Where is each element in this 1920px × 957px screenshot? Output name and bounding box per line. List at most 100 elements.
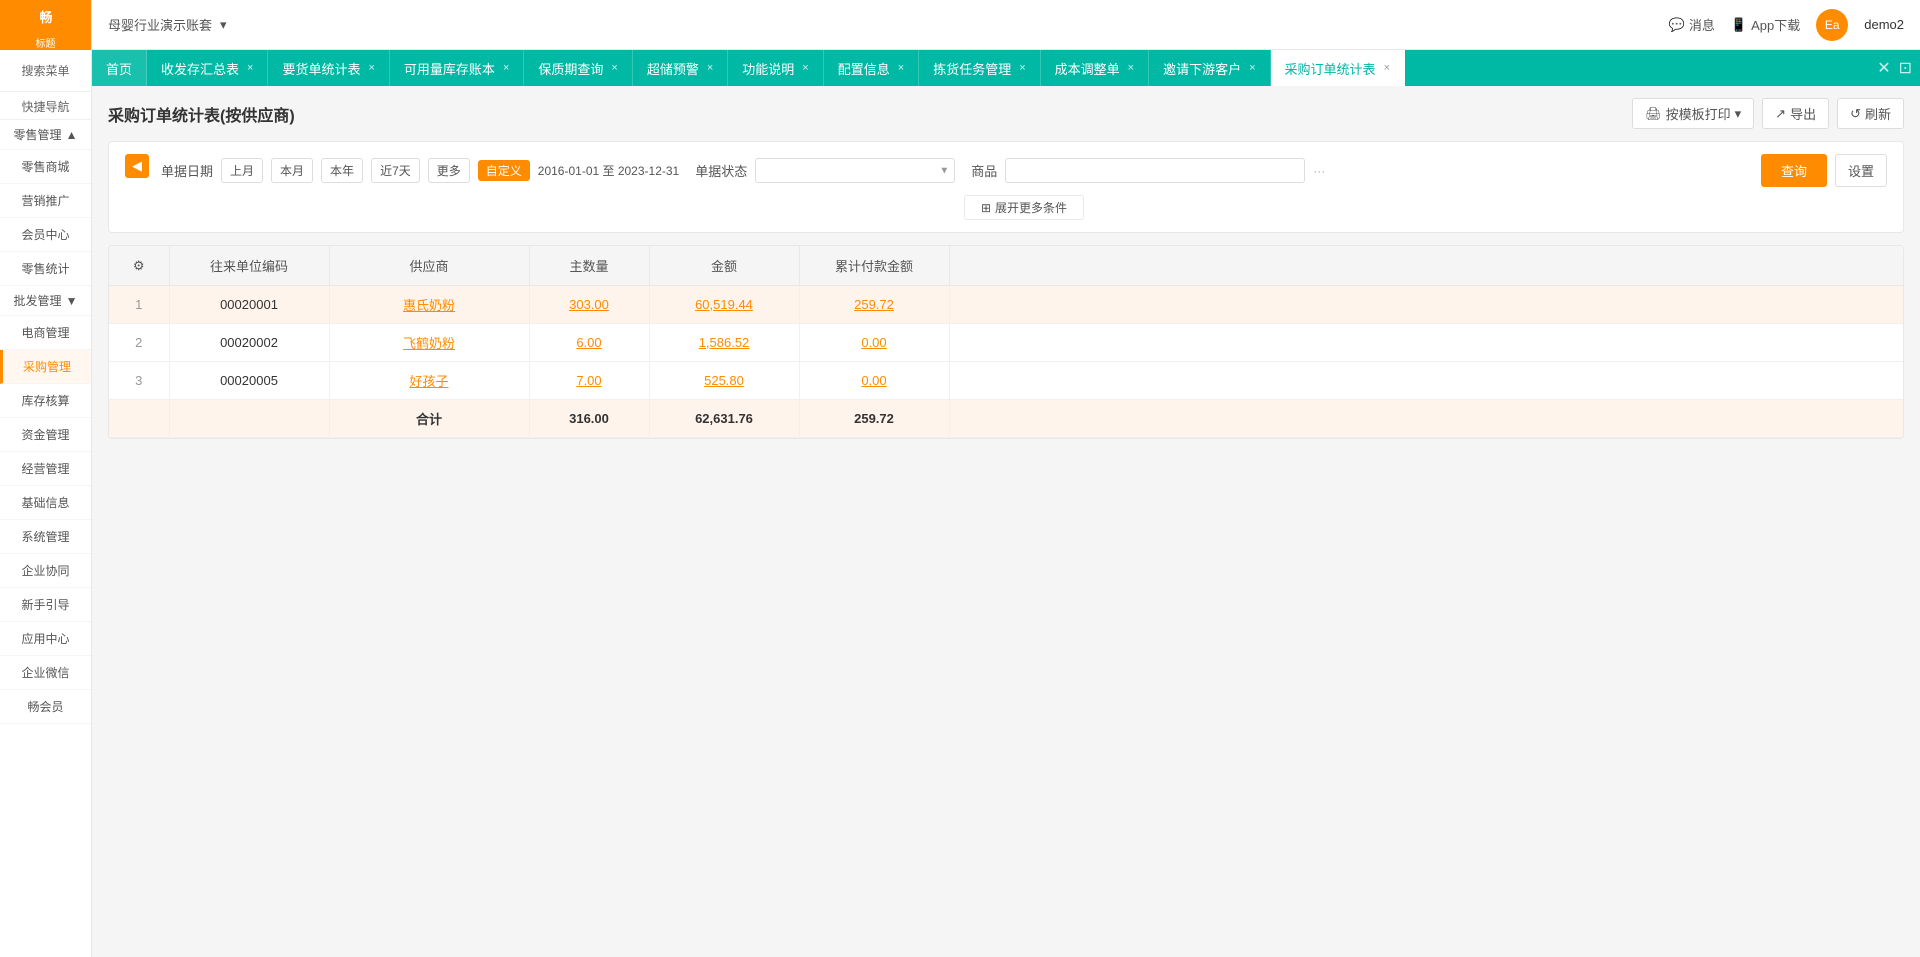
sidebar-item-basic-info[interactable]: 基础信息 [0, 486, 91, 520]
main-area: 母婴行业演示账套 ▾ 💬 消息 📱 App下载 Ea demo2 首页 收发存汇… [92, 0, 1920, 957]
paid-link-2[interactable]: 0.00 [861, 335, 886, 350]
tab-overstock[interactable]: 超储预警 × [633, 50, 728, 86]
tab-shelf-life[interactable]: 保质期查询 × [524, 50, 632, 86]
sidebar-item-operations[interactable]: 经营管理 [0, 452, 91, 486]
tab-purchase-stats[interactable]: 采购订单统计表 × [1271, 50, 1405, 86]
filter-status: 单据状态 [695, 158, 955, 183]
gear-icon[interactable]: ⚙ [133, 258, 145, 273]
tab-home[interactable]: 首页 [92, 50, 147, 86]
date-this-year-btn[interactable]: 本年 [321, 158, 363, 183]
tab-shelf-life-close[interactable]: × [611, 62, 617, 74]
status-select[interactable] [755, 158, 955, 183]
sidebar-search-section[interactable]: 搜索菜单 [0, 50, 91, 92]
tab-overstock-close[interactable]: × [707, 62, 713, 74]
message-label: 消息 [1689, 15, 1715, 34]
goods-input[interactable] [1005, 158, 1305, 183]
supplier-link-1[interactable]: 惠氏奶粉 [403, 298, 455, 313]
tab-pick-task-close[interactable]: × [1019, 62, 1025, 74]
qty-link-2[interactable]: 6.00 [576, 335, 601, 350]
sidebar-item-wholesale[interactable]: 批发管理 ▼ [0, 286, 91, 316]
logo-text: 标题 [36, 35, 56, 50]
industry-dropdown-icon[interactable]: ▾ [220, 17, 227, 33]
retail-mgmt-label: 零售管理 [14, 126, 62, 143]
sidebar-item-system[interactable]: 系统管理 [0, 520, 91, 554]
paid-link-1[interactable]: 259.72 [854, 297, 894, 312]
query-button[interactable]: 查询 [1761, 154, 1827, 187]
tab-stock-summary-close[interactable]: × [247, 62, 253, 74]
cell-no-3: 3 [109, 362, 169, 400]
cell-no-1: 1 [109, 286, 169, 324]
tab-order-stats[interactable]: 要货单统计表 × [268, 50, 389, 86]
sidebar-item-member-center[interactable]: 会员中心 [0, 218, 91, 252]
tab-purchase-stats-close[interactable]: × [1384, 62, 1390, 74]
paid-link-3[interactable]: 0.00 [861, 373, 886, 388]
tab-cost-adjust-close[interactable]: × [1128, 62, 1134, 74]
sidebar-item-enterprise-wechat[interactable]: 企业微信 [0, 656, 91, 690]
sidebar-item-retail-stats[interactable]: 零售统计 [0, 252, 91, 286]
th-qty: 主数量 [529, 246, 649, 286]
tab-purchase-stats-label: 采购订单统计表 [1285, 59, 1376, 78]
print-button[interactable]: 🖨 按模板打印 ▾ [1632, 98, 1754, 129]
tab-feature-desc-close[interactable]: × [802, 62, 808, 74]
app-download-btn[interactable]: 📱 App下载 [1731, 15, 1800, 34]
table-row: 1 00020001 惠氏奶粉 303.00 60,519.44 259.72 [109, 286, 1903, 324]
tab-restore-btn[interactable]: ⊡ [1899, 58, 1912, 78]
amount-link-3[interactable]: 525.80 [704, 373, 744, 388]
amount-link-2[interactable]: 1,586.52 [699, 335, 750, 350]
sidebar-item-marketing[interactable]: 营销推广 [0, 184, 91, 218]
goods-more-icon[interactable]: ··· [1313, 164, 1325, 178]
user-name: demo2 [1864, 17, 1904, 32]
sidebar-item-enterprise-collab[interactable]: 企业协同 [0, 554, 91, 588]
tab-available-stock-close[interactable]: × [503, 62, 509, 74]
cell-paid-2: 0.00 [799, 324, 949, 362]
date-this-month-btn[interactable]: 本月 [271, 158, 313, 183]
message-btn[interactable]: 💬 消息 [1669, 15, 1715, 34]
industry-name: 母婴行业演示账套 [108, 15, 212, 34]
date-last-month-btn[interactable]: 上月 [221, 158, 263, 183]
refresh-button[interactable]: ↺ 刷新 [1837, 98, 1904, 129]
custom-date-tag[interactable]: 自定义 [478, 160, 530, 181]
user-avatar[interactable]: Ea [1816, 9, 1848, 41]
print-dropdown-icon[interactable]: ▾ [1735, 106, 1742, 122]
tab-order-stats-close[interactable]: × [368, 62, 374, 74]
filter-collapse-btn[interactable]: ◀ [125, 154, 149, 178]
tab-close-all-btn[interactable]: ✕ [1877, 58, 1890, 78]
refresh-label: 刷新 [1865, 104, 1891, 123]
tab-pick-task[interactable]: 拣货任务管理 × [919, 50, 1040, 86]
tab-config[interactable]: 配置信息 × [824, 50, 919, 86]
date-7days-btn[interactable]: 近7天 [371, 158, 420, 183]
status-select-wrapper[interactable] [755, 158, 955, 183]
tab-feature-desc[interactable]: 功能说明 × [728, 50, 823, 86]
expand-more-btn[interactable]: ⊞ 展开更多条件 [964, 195, 1084, 220]
tab-cost-adjust[interactable]: 成本调整单 × [1041, 50, 1149, 86]
sidebar-item-retail-mgmt[interactable]: 零售管理 ▲ [0, 120, 91, 150]
qty-link-1[interactable]: 303.00 [569, 297, 609, 312]
date-more-btn[interactable]: 更多 [428, 158, 470, 183]
amount-link-1[interactable]: 60,519.44 [695, 297, 753, 312]
tab-stock-summary[interactable]: 收发存汇总表 × [147, 50, 268, 86]
tab-invite-customer[interactable]: 邀请下游客户 × [1149, 50, 1270, 86]
sidebar-item-purchase[interactable]: 采购管理 [0, 350, 91, 384]
export-button[interactable]: ↗ 导出 [1762, 98, 1829, 129]
search-menu-label[interactable]: 搜索菜单 [6, 58, 85, 83]
sidebar-item-finance[interactable]: 资金管理 [0, 418, 91, 452]
sidebar-item-inventory[interactable]: 库存核算 [0, 384, 91, 418]
cell-extra-1 [949, 286, 1903, 324]
supplier-link-3[interactable]: 好孩子 [409, 374, 448, 389]
qty-link-3[interactable]: 7.00 [576, 373, 601, 388]
tab-config-close[interactable]: × [898, 62, 904, 74]
setting-button[interactable]: 设置 [1835, 154, 1887, 187]
tab-available-stock[interactable]: 可用量库存账本 × [390, 50, 524, 86]
cell-amount-1: 60,519.44 [649, 286, 799, 324]
sidebar-item-ecommerce[interactable]: 电商管理 [0, 316, 91, 350]
tab-invite-customer-close[interactable]: × [1249, 62, 1255, 74]
cell-supplier-3: 好孩子 [329, 362, 529, 400]
sidebar-item-app-center[interactable]: 应用中心 [0, 622, 91, 656]
sidebar-item-newbie[interactable]: 新手引导 [0, 588, 91, 622]
supplier-link-2[interactable]: 飞鹤奶粉 [403, 336, 455, 351]
cell-paid-1: 259.72 [799, 286, 949, 324]
table-footer-row: 合计 316.00 62,631.76 259.72 [109, 400, 1903, 438]
table-head: ⚙ 往来单位编码 供应商 主数量 金额 [109, 246, 1903, 286]
sidebar-item-retail-mall[interactable]: 零售商城 [0, 150, 91, 184]
sidebar-item-member-app[interactable]: 畅会员 [0, 690, 91, 724]
